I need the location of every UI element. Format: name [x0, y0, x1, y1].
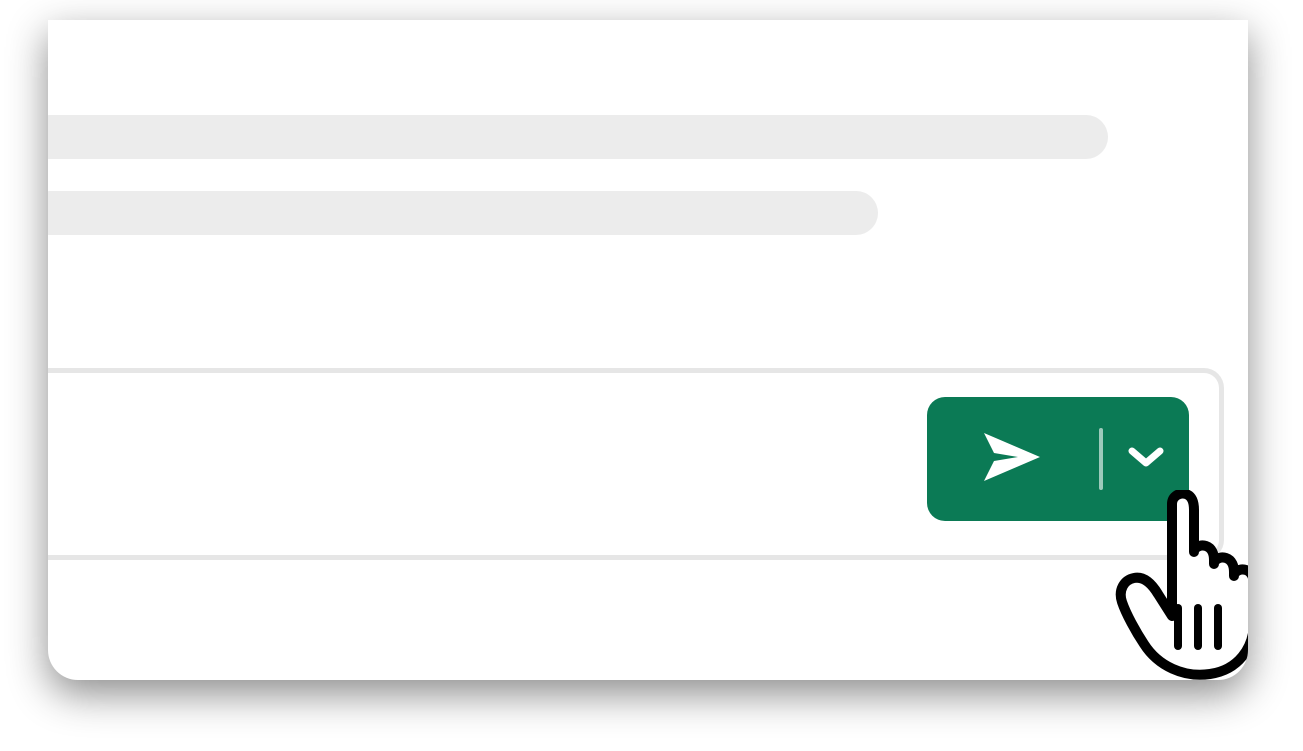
- chevron-down-icon: [1128, 445, 1164, 474]
- send-split-button: [927, 397, 1189, 521]
- compose-input-bar[interactable]: [48, 368, 1224, 560]
- send-button[interactable]: [927, 397, 1099, 521]
- message-skeleton: [48, 115, 1248, 267]
- send-options-dropdown[interactable]: [1103, 397, 1189, 521]
- skeleton-line: [48, 115, 1108, 159]
- compose-card: [48, 20, 1248, 680]
- skeleton-line: [48, 191, 878, 235]
- send-icon: [978, 427, 1048, 492]
